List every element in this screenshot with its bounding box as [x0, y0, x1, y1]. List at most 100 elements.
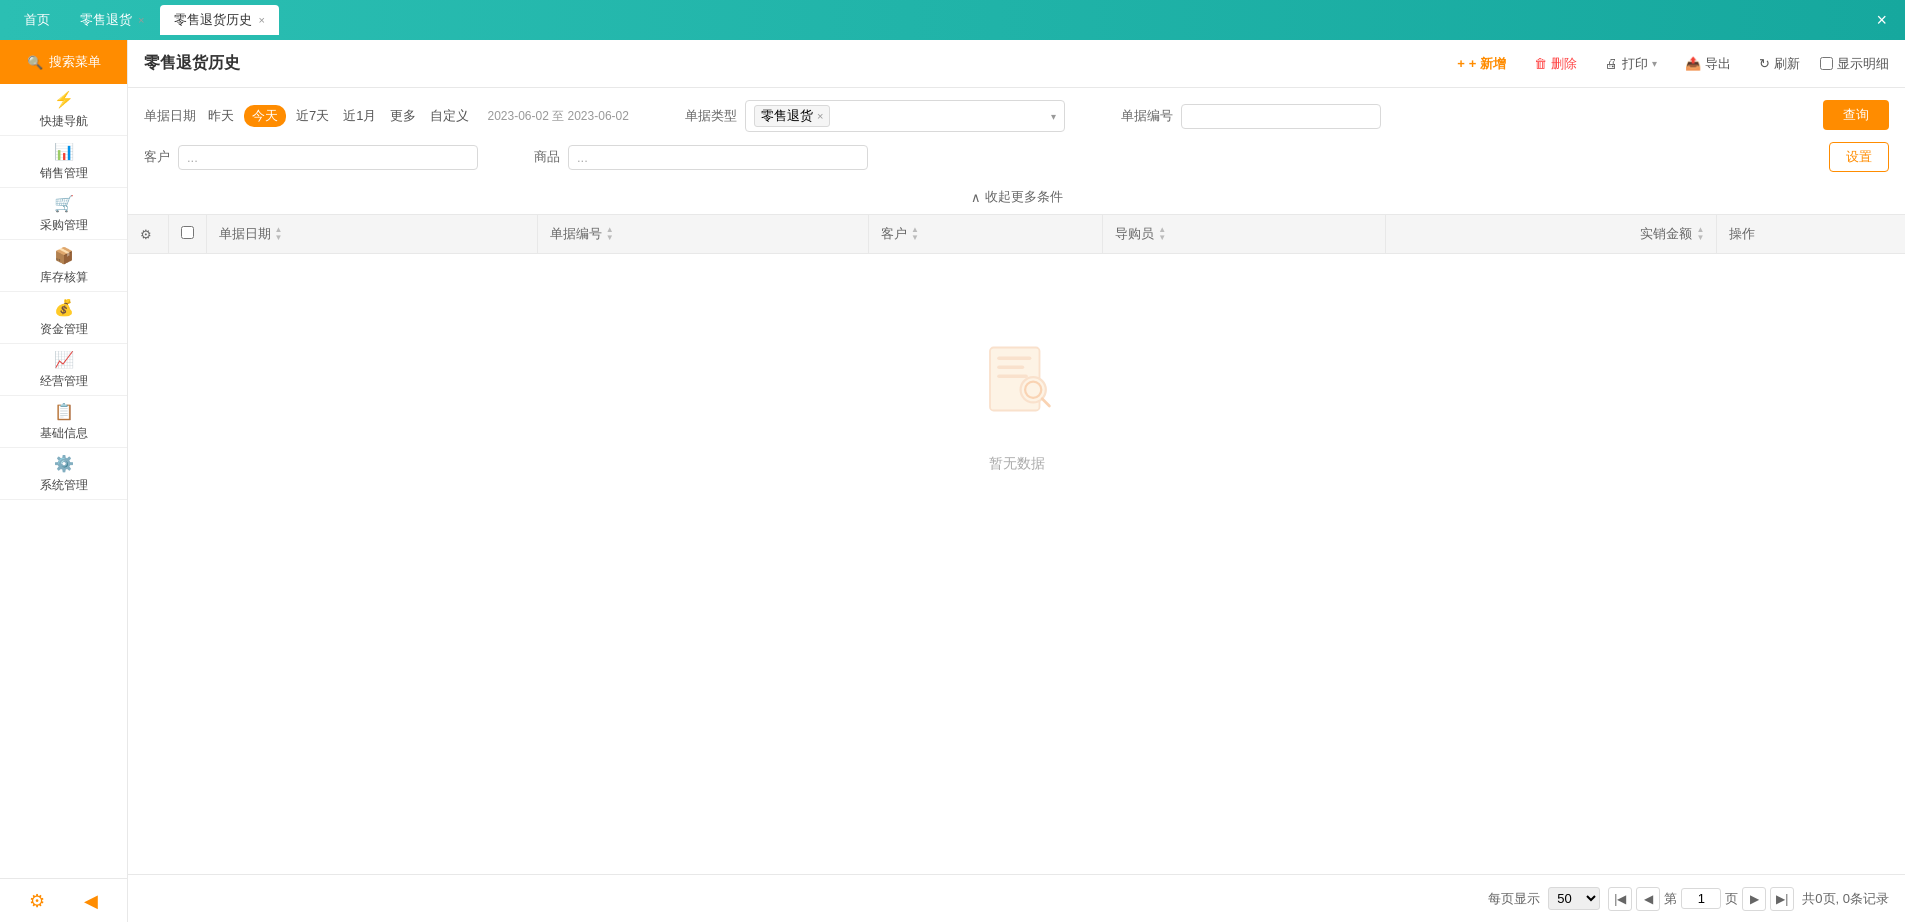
- sidebar-menu: ⚡ 快捷导航 📊 销售管理 🛒 采购管理 📦 库存核算 💰 资金管理 📈: [0, 84, 127, 878]
- sidebar-item-purchase-mgmt[interactable]: 🛒 采购管理: [0, 188, 127, 240]
- content-area: 零售退货历史 + + 新增 🗑 删除 🖨 打印 ▾ 📤 导出: [128, 40, 1905, 922]
- th-customer-label: 客户: [881, 225, 907, 243]
- system-mgmt-icon: ⚙️: [54, 454, 74, 473]
- filter-type-item: 单据类型 零售退货 × ▾: [685, 100, 1065, 132]
- docno-input[interactable]: [1181, 104, 1381, 129]
- select-all-checkbox[interactable]: [181, 226, 194, 239]
- th-date-label: 单据日期: [219, 225, 271, 243]
- filter-customer-item: 客户 ...: [144, 145, 478, 170]
- th-docno[interactable]: 单据编号 ▲▼: [537, 215, 868, 254]
- date-sort-icon: ▲▼: [275, 226, 283, 242]
- query-button[interactable]: 查询: [1823, 100, 1889, 130]
- type-tag-value: 零售退货: [761, 107, 813, 125]
- per-page-select[interactable]: 50 10 20 100: [1548, 887, 1600, 910]
- quick-nav-icon: ⚡: [54, 90, 74, 109]
- pagination-bar: 每页显示 50 10 20 100 |◀ ◀ 第 页 ▶ ▶| 共0页, 0条记…: [128, 874, 1905, 922]
- sidebar-settings-icon[interactable]: ⚙: [29, 890, 45, 912]
- sidebar-item-operations-label: 经营管理: [40, 373, 88, 390]
- goods-label: 商品: [534, 148, 560, 166]
- th-settings[interactable]: ⚙: [128, 215, 168, 254]
- goods-select[interactable]: ...: [568, 145, 868, 170]
- sidebar: 🔍 搜索菜单 ⚡ 快捷导航 📊 销售管理 🛒 采购管理 📦 库存核算 💰: [0, 40, 128, 922]
- filter-row-2: 客户 ... 商品 ... 设置: [144, 142, 1889, 172]
- date-label: 单据日期: [144, 107, 196, 125]
- new-button[interactable]: + + 新增: [1449, 51, 1514, 77]
- filter-goods-item: 商品 ...: [534, 145, 868, 170]
- tab-return-history[interactable]: 零售退货历史 ×: [160, 5, 278, 35]
- th-action-label: 操作: [1729, 226, 1755, 241]
- th-guide[interactable]: 导购员 ▲▼: [1103, 215, 1386, 254]
- filter-date-item: 单据日期 昨天 今天 近7天 近1月 更多 自定义 2023-06-02 至 2…: [144, 105, 629, 127]
- sidebar-item-basic-info[interactable]: 📋 基础信息: [0, 396, 127, 448]
- type-select[interactable]: 零售退货 × ▾: [745, 100, 1065, 132]
- delete-icon: 🗑: [1534, 56, 1547, 71]
- sidebar-item-system-mgmt[interactable]: ⚙️ 系统管理: [0, 448, 127, 500]
- sidebar-item-sales-mgmt[interactable]: 📊 销售管理: [0, 136, 127, 188]
- finance-icon: 💰: [54, 298, 74, 317]
- sidebar-item-purchase-mgmt-label: 采购管理: [40, 217, 88, 234]
- th-amount[interactable]: 实销金额 ▲▼: [1386, 215, 1717, 254]
- page-current-label: 第: [1664, 890, 1677, 908]
- sidebar-item-quick-nav[interactable]: ⚡ 快捷导航: [0, 84, 127, 136]
- collapse-button[interactable]: ∧ 收起更多条件: [144, 182, 1889, 214]
- th-date[interactable]: 单据日期 ▲▼: [206, 215, 537, 254]
- top-bar: 首页 零售退货 × 零售退货历史 × ×: [0, 0, 1905, 40]
- display-switch[interactable]: 显示明细: [1820, 55, 1889, 73]
- page-input[interactable]: [1681, 888, 1721, 909]
- customer-select[interactable]: ...: [178, 145, 478, 170]
- date-options: 昨天 今天 近7天 近1月 更多 自定义: [204, 105, 473, 127]
- date-option-today[interactable]: 今天: [244, 105, 286, 127]
- pagination-nav: |◀ ◀ 第 页 ▶ ▶|: [1608, 887, 1794, 911]
- settings-icon[interactable]: ⚙: [140, 227, 152, 242]
- page-prev-button[interactable]: ◀: [1636, 887, 1660, 911]
- th-action: 操作: [1717, 215, 1905, 254]
- refresh-label: 刷新: [1774, 55, 1800, 73]
- sidebar-item-system-mgmt-label: 系统管理: [40, 477, 88, 494]
- type-tag-close[interactable]: ×: [817, 110, 823, 122]
- tab-return[interactable]: 零售退货 ×: [66, 5, 158, 35]
- print-icon: 🖨: [1605, 56, 1618, 71]
- page-unit-label: 页: [1725, 890, 1738, 908]
- print-button[interactable]: 🖨 打印 ▾: [1597, 51, 1665, 77]
- th-customer[interactable]: 客户 ▲▼: [868, 215, 1102, 254]
- main-layout: 🔍 搜索菜单 ⚡ 快捷导航 📊 销售管理 🛒 采购管理 📦 库存核算 💰: [0, 40, 1905, 922]
- filter-docno-item: 单据编号: [1121, 104, 1381, 129]
- docno-label: 单据编号: [1121, 107, 1173, 125]
- date-option-1month[interactable]: 近1月: [339, 105, 380, 127]
- tab-return-label: 零售退货: [80, 11, 132, 29]
- th-checkbox[interactable]: [168, 215, 206, 254]
- page-first-button[interactable]: |◀: [1608, 887, 1632, 911]
- svg-rect-1: [997, 357, 1031, 361]
- sidebar-search[interactable]: 🔍 搜索菜单: [0, 40, 127, 84]
- date-option-yesterday[interactable]: 昨天: [204, 105, 238, 127]
- display-checkbox[interactable]: [1820, 57, 1833, 70]
- window-close-button[interactable]: ×: [1868, 10, 1895, 31]
- date-option-more[interactable]: 更多: [386, 105, 420, 127]
- sidebar-item-basic-info-label: 基础信息: [40, 425, 88, 442]
- page-next-button[interactable]: ▶: [1742, 887, 1766, 911]
- basic-info-icon: 📋: [54, 402, 74, 421]
- sidebar-item-operations[interactable]: 📈 经营管理: [0, 344, 127, 396]
- delete-button[interactable]: 🗑 删除: [1526, 51, 1585, 77]
- settings-button[interactable]: 设置: [1829, 142, 1889, 172]
- refresh-button[interactable]: ↻ 刷新: [1751, 51, 1808, 77]
- page-last-button[interactable]: ▶|: [1770, 887, 1794, 911]
- th-docno-label: 单据编号: [550, 225, 602, 243]
- export-button[interactable]: 📤 导出: [1677, 51, 1739, 77]
- sidebar-item-finance[interactable]: 💰 资金管理: [0, 292, 127, 344]
- operations-icon: 📈: [54, 350, 74, 369]
- tab-home[interactable]: 首页: [10, 5, 64, 35]
- tab-return-history-close[interactable]: ×: [258, 14, 264, 26]
- type-tag: 零售退货 ×: [754, 105, 830, 127]
- export-label: 导出: [1705, 55, 1731, 73]
- tab-return-close[interactable]: ×: [138, 14, 144, 26]
- data-table: ⚙ 单据日期 ▲▼ 单据编号: [128, 215, 1905, 254]
- customer-dots: ...: [187, 150, 198, 165]
- collapse-up-icon: ∧: [971, 190, 981, 205]
- sidebar-collapse-icon[interactable]: ◀: [84, 890, 98, 912]
- display-label: 显示明细: [1837, 55, 1889, 73]
- date-option-7days[interactable]: 近7天: [292, 105, 333, 127]
- date-option-custom[interactable]: 自定义: [426, 105, 473, 127]
- sidebar-item-inventory[interactable]: 📦 库存核算: [0, 240, 127, 292]
- per-page-label: 每页显示: [1488, 890, 1540, 908]
